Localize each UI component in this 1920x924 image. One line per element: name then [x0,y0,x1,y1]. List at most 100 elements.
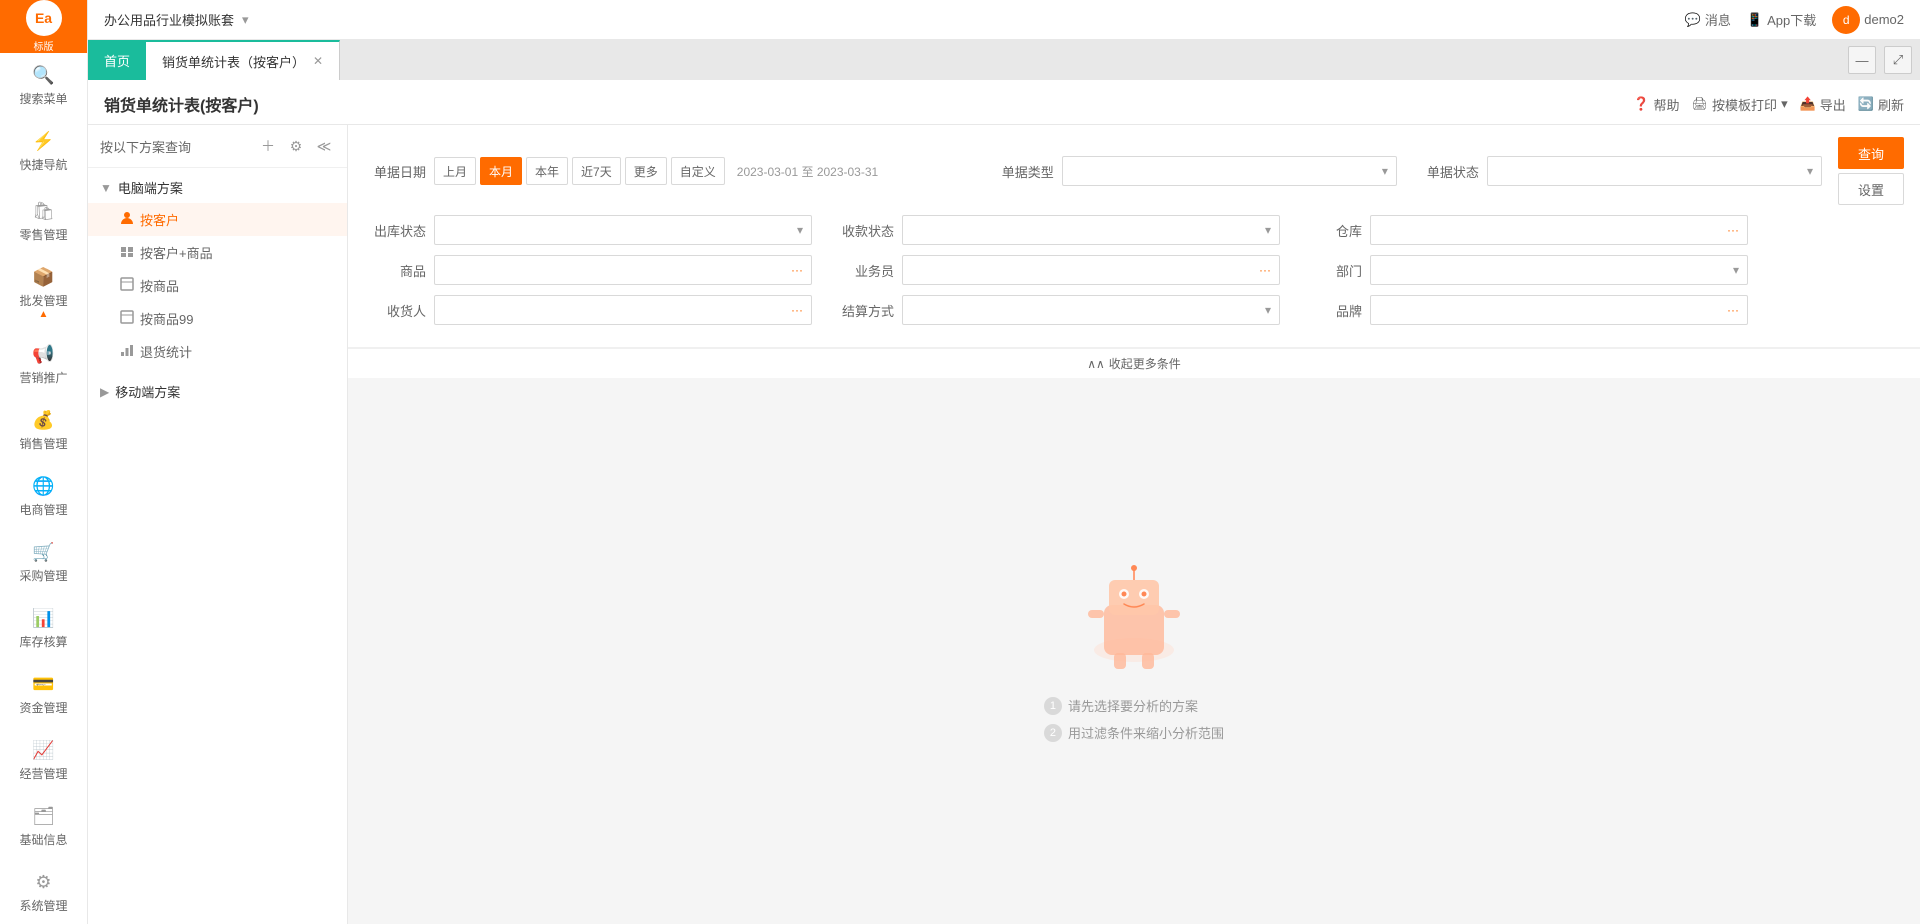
scheme-item-goods99-label: 按商品99 [140,309,193,328]
sidebar-item-ecommerce[interactable]: 🌐 电商管理 [0,464,88,530]
header-title: 办公用品行业模拟账套 [104,10,234,29]
collapse-up-icon: ∧∧ [1087,357,1105,371]
warehouse-control[interactable]: ··· [1370,215,1748,245]
avatar-text: d [1843,13,1850,27]
date-btn-more[interactable]: 更多 [625,157,667,185]
sidebar-item-retail[interactable]: 🛍 零售管理 [0,189,88,255]
export-btn[interactable]: 📤 导出 [1800,95,1846,114]
order-type-control[interactable]: ▾ [1062,156,1397,186]
goods-control[interactable]: ··· [434,255,812,285]
date-btn-this-month[interactable]: 本月 [480,157,522,185]
ship-status-dropdown-icon: ▾ [797,223,803,237]
brand-label: 品牌 [1300,301,1370,320]
order-status-label: 单据状态 [1417,162,1487,181]
date-btn-last-month[interactable]: 上月 [434,157,476,185]
sidebar-item-basic[interactable]: 🗂 基础信息 [0,794,88,860]
collapse-label: 收起更多条件 [1109,355,1181,372]
query-btn[interactable]: 查询 [1838,137,1904,169]
print-btn[interactable]: 🖨 按模板打印 ▾ [1692,95,1788,114]
receiver-control[interactable]: ··· [434,295,812,325]
date-btn-7days[interactable]: 近7天 [572,157,621,185]
empty-tip-1: 1 请先选择要分析的方案 [1044,696,1224,715]
scheme-group-mobile-header[interactable]: ▶ 移动端方案 [88,376,347,407]
salesperson-label: 业务员 [832,261,902,280]
sidebar-item-wholesale[interactable]: 📦 批发管理 ▲ [0,255,88,332]
basic-icon: 🗂 [32,806,55,827]
payment-status-label: 收款状态 [832,221,902,240]
filter-item-order-type: 单据类型 ▾ [992,156,1397,186]
sidebar: Ea 标版 🔍 搜索菜单 ⚡ 快捷导航 🛍 零售管理 📦 批发管理 ▲ 📢 营销… [0,0,88,924]
date-btn-custom[interactable]: 自定义 [671,157,725,185]
app-download-btn[interactable]: 📱 App下载 [1747,10,1816,29]
payment-method-control[interactable]: ▾ [902,295,1280,325]
tab-close-icon[interactable]: ✕ [313,54,323,68]
refresh-icon: 🔄 [1858,96,1874,112]
scheme-item-return-stats[interactable]: 退货统计 [88,335,347,368]
goods-dots: ··· [791,263,803,277]
empty-illustration [1074,560,1194,680]
help-btn[interactable]: ❓ 帮助 [1633,95,1679,114]
tab-maximize-btn[interactable]: ⤢ [1884,46,1912,74]
filter-item-department: 部门 ▾ [1300,255,1748,285]
sidebar-label-quicknav: 快捷导航 [19,156,67,173]
scheme-add-btn[interactable]: ＋ [257,135,279,157]
filter-item-payment-method: 结算方式 ▾ [832,295,1280,325]
salesperson-control[interactable]: ··· [902,255,1280,285]
refresh-btn[interactable]: 🔄 刷新 [1858,95,1904,114]
empty-state: 1 请先选择要分析的方案 2 用过滤条件来缩小分析范围 [348,378,1920,924]
scheme-group-pc-header[interactable]: ▼ 电脑端方案 [88,172,347,203]
sidebar-item-sales[interactable]: 💰 销售管理 [0,398,88,464]
tab-minimize-btn[interactable]: — [1848,46,1876,74]
sidebar-item-search[interactable]: 🔍 搜索菜单 [0,53,88,119]
filter-row-4: 收货人 ··· 结算方式 ▾ [364,295,1904,325]
ship-status-control[interactable]: ▾ [434,215,812,245]
username: demo2 [1864,12,1904,27]
filter-item-brand: 品牌 ··· [1300,295,1748,325]
sidebar-item-system[interactable]: ⚙ 系统管理 [0,860,88,924]
payment-status-control[interactable]: ▾ [902,215,1280,245]
message-btn[interactable]: 💬 消息 [1685,10,1731,29]
brand-control[interactable]: ··· [1370,295,1748,325]
help-label: 帮助 [1654,95,1680,114]
filter-row-3: 商品 ··· 业务员 ··· [364,255,1904,285]
logo-subtitle: 标版 [34,38,54,53]
tab-home[interactable]: 首页 [88,40,146,80]
content-area: 按以下方案查询 ＋ ⚙ ≪ ▼ 电脑端方案 [88,125,1920,924]
scheme-item-by-customer[interactable]: 按客户 [88,203,347,236]
sidebar-item-marketing[interactable]: 📢 营销推广 [0,332,88,398]
sidebar-item-quicknav[interactable]: ⚡ 快捷导航 [0,119,88,185]
order-type-label: 单据类型 [992,162,1062,181]
sidebar-label-purchase: 采购管理 [19,567,67,584]
order-status-control[interactable]: ▾ [1487,156,1822,186]
scheme-item-customer-label: 按客户 [140,210,179,229]
order-status-dropdown-icon: ▾ [1807,164,1813,178]
print-icon: 🖨 [1692,96,1709,112]
collapse-more-btn[interactable]: ∧∧ 收起更多条件 [348,348,1920,378]
scheme-item-by-goods99[interactable]: 按商品99 [88,302,347,335]
customer-goods-icon [120,244,134,261]
header-left: 办公用品行业模拟账套 ▾ [104,10,249,29]
scheme-item-by-goods[interactable]: 按商品 [88,269,347,302]
sidebar-item-finance[interactable]: 💳 资金管理 [0,662,88,728]
marketing-icon: 📢 [32,344,54,365]
sidebar-item-inventory[interactable]: 📊 库存核算 [0,596,88,662]
tab-stats[interactable]: 销货单统计表（按客户） ✕ [146,40,340,80]
scheme-settings-btn[interactable]: ⚙ [285,135,307,157]
date-btn-this-year[interactable]: 本年 [526,157,568,185]
scheme-item-by-customer-goods[interactable]: 按客户+商品 [88,236,347,269]
sidebar-item-operations[interactable]: 📈 经营管理 [0,728,88,794]
order-type-dropdown-icon: ▾ [1382,164,1388,178]
sidebar-label-basic: 基础信息 [19,831,67,848]
sidebar-label-operations: 经营管理 [19,765,67,782]
sidebar-item-purchase[interactable]: 🛒 采购管理 [0,530,88,596]
header-dropdown-icon[interactable]: ▾ [242,12,249,28]
department-control[interactable]: ▾ [1370,255,1748,285]
scheme-collapse-btn[interactable]: ≪ [313,135,335,157]
user-btn[interactable]: d demo2 [1832,6,1904,34]
settings-btn[interactable]: 设置 [1838,173,1904,205]
payment-method-label: 结算方式 [832,301,902,320]
warehouse-dots: ··· [1727,223,1739,237]
header-right: 💬 消息 📱 App下载 d demo2 [1685,6,1904,34]
receiver-dots: ··· [791,303,803,317]
scheme-group-mobile: ▶ 移动端方案 [88,372,347,411]
